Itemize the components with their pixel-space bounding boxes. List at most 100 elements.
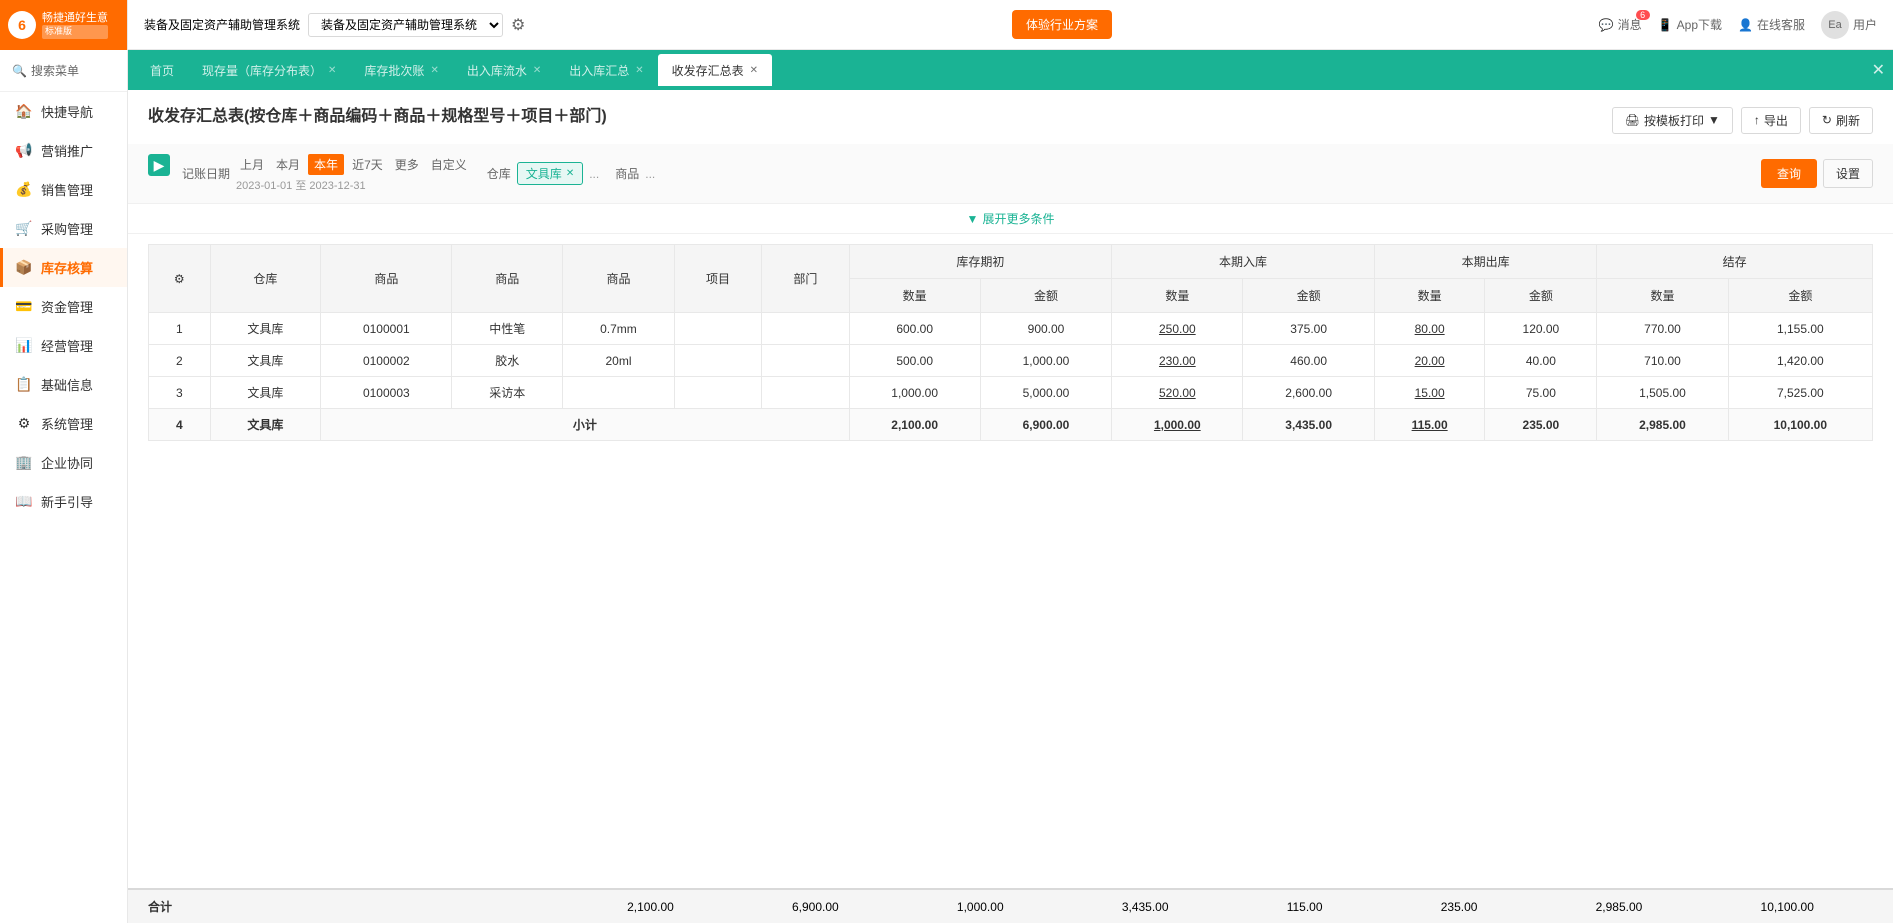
date-filter: 上月 本月 本年 近7天 更多 自定义 2023-01-01 至 2023-12… <box>236 154 471 193</box>
col-opening-qty: 数量 <box>849 279 980 313</box>
tabs-bar: 首页 现存量（库存分布表） ✕ 库存批次账 ✕ 出入库流水 ✕ 出入库汇总 ✕ … <box>128 50 1893 90</box>
col-group-opening: 库存期初 <box>849 245 1112 279</box>
message-action[interactable]: 💬 消息 6 <box>1599 16 1642 33</box>
query-button[interactable]: 查询 <box>1761 159 1817 188</box>
sidebar-item-basic-info[interactable]: 📋 基础信息 <box>0 365 127 404</box>
sidebar-logo: 6 畅捷通好生意 标准版 <box>0 0 127 50</box>
row-project <box>674 377 761 409</box>
warehouse-tag-close[interactable]: ✕ <box>566 168 574 179</box>
tab-close-icon[interactable]: ✕ <box>430 65 438 76</box>
more-date-button[interactable]: 更多 <box>391 154 423 175</box>
operations-icon: 📊 <box>15 337 33 354</box>
total-opening-qty: 2,100.00 <box>627 900 674 914</box>
tab-inout-summary[interactable]: 出入库汇总 ✕ <box>555 54 657 86</box>
total-balance-qty: 2,985.00 <box>1596 900 1643 914</box>
cur-year-button[interactable]: 本年 <box>308 154 344 175</box>
expand-conditions-button[interactable]: ▼ 展开更多条件 <box>967 210 1055 227</box>
refresh-button[interactable]: ↻ 刷新 <box>1809 107 1873 134</box>
topbar-left: 装备及固定资产辅助管理系统 装备及固定资产辅助管理系统 ⚙ <box>144 13 525 37</box>
sidebar-item-quick-nav[interactable]: 🏠 快捷导航 <box>0 92 127 131</box>
subtotal-out-qty[interactable]: 115.00 <box>1374 409 1485 441</box>
topbar-settings-button[interactable]: ⚙ <box>511 15 525 35</box>
system-title: 装备及固定资产辅助管理系统 <box>144 16 300 33</box>
tab-close-icon[interactable]: ✕ <box>635 65 643 76</box>
row-in-qty[interactable]: 230.00 <box>1112 345 1243 377</box>
total-in-qty: 1,000.00 <box>957 900 1004 914</box>
sidebar-item-sales[interactable]: 💰 销售管理 <box>0 170 127 209</box>
row-department <box>762 377 849 409</box>
row-out-qty[interactable]: 80.00 <box>1374 313 1485 345</box>
goods-ellipsis[interactable]: ... <box>645 167 655 181</box>
total-values: 2,100.00 6,900.00 1,000.00 3,435.00 115.… <box>568 900 1873 914</box>
user-action[interactable]: Ea 用户 <box>1821 11 1877 39</box>
row-in-amt: 460.00 <box>1243 345 1374 377</box>
week-button[interactable]: 近7天 <box>348 154 387 175</box>
chevron-down-icon: ▼ <box>1708 113 1720 127</box>
settings-text-button[interactable]: 设置 <box>1823 159 1873 188</box>
filter-toggle-button[interactable]: ▶ <box>148 154 170 176</box>
sidebar-item-inventory[interactable]: 📦 库存核算 <box>0 248 127 287</box>
print-button[interactable]: 🖨 按模板打印 ▼ <box>1612 107 1733 134</box>
subtotal-in-qty[interactable]: 1,000.00 <box>1112 409 1243 441</box>
row-in-qty[interactable]: 250.00 <box>1112 313 1243 345</box>
tab-close-icon[interactable]: ✕ <box>750 65 758 76</box>
row-in-qty[interactable]: 520.00 <box>1112 377 1243 409</box>
experience-button[interactable]: 体验行业方案 <box>1012 10 1112 39</box>
tab-close-icon[interactable]: ✕ <box>328 65 336 76</box>
subtotal-balance-amt: 10,100.00 <box>1728 409 1872 441</box>
online-service-action[interactable]: 👤 在线客服 <box>1738 16 1805 33</box>
table-footer: 合计 2,100.00 6,900.00 1,000.00 3,435.00 1… <box>128 888 1893 923</box>
prev-month-button[interactable]: 上月 <box>236 154 268 175</box>
tab-home[interactable]: 首页 <box>136 54 188 86</box>
row-no: 2 <box>149 345 211 377</box>
row-out-qty[interactable]: 15.00 <box>1374 377 1485 409</box>
sidebar-nav: 🏠 快捷导航 📢 营销推广 💰 销售管理 🛒 采购管理 📦 库存核算 💳 资金管… <box>0 92 127 923</box>
col-in-amt: 金额 <box>1243 279 1374 313</box>
sidebar-item-marketing[interactable]: 📢 营销推广 <box>0 131 127 170</box>
search-menu-button[interactable]: 🔍 搜索菜单 <box>8 58 119 83</box>
tab-recv-send-summary[interactable]: 收发存汇总表 ✕ <box>658 54 772 86</box>
close-all-tabs-button[interactable]: ✕ <box>1872 60 1885 80</box>
cur-month-button[interactable]: 本月 <box>272 154 304 175</box>
col-in-qty: 数量 <box>1112 279 1243 313</box>
sidebar: 6 畅捷通好生意 标准版 🔍 搜索菜单 🏠 快捷导航 📢 营销推广 💰 销售管理… <box>0 0 128 923</box>
sidebar-item-purchase[interactable]: 🛒 采购管理 <box>0 209 127 248</box>
goods-label: 商品 <box>615 165 639 182</box>
total-balance-amt: 10,100.00 <box>1761 900 1814 914</box>
col-warehouse: 仓库 <box>210 245 321 313</box>
col-group-balance: 结存 <box>1597 245 1873 279</box>
total-out-amt: 235.00 <box>1441 900 1478 914</box>
custom-date-button[interactable]: 自定义 <box>427 154 471 175</box>
topbar-right: 💬 消息 6 📱 App下载 👤 在线客服 Ea 用户 <box>1599 11 1877 39</box>
row-warehouse: 文具库 <box>210 313 321 345</box>
system-dropdown[interactable]: 装备及固定资产辅助管理系统 <box>308 13 503 37</box>
sidebar-item-operations[interactable]: 📊 经营管理 <box>0 326 127 365</box>
date-range: 2023-01-01 至 2023-12-31 <box>236 177 471 193</box>
subtotal-opening-amt: 6,900.00 <box>980 409 1111 441</box>
tab-close-icon[interactable]: ✕ <box>533 65 541 76</box>
app-download-action[interactable]: 📱 App下载 <box>1658 16 1722 33</box>
col-project: 项目 <box>674 245 761 313</box>
sidebar-item-finance[interactable]: 💳 资金管理 <box>0 287 127 326</box>
total-in-amt: 3,435.00 <box>1122 900 1169 914</box>
tab-inventory-dist[interactable]: 现存量（库存分布表） ✕ <box>188 54 350 86</box>
tab-batch[interactable]: 库存批次账 ✕ <box>350 54 452 86</box>
total-out-qty: 115.00 <box>1287 900 1323 914</box>
row-goods-spec <box>563 377 675 409</box>
warehouse-tag[interactable]: 文具库 ✕ <box>517 162 583 185</box>
row-out-qty[interactable]: 20.00 <box>1374 345 1485 377</box>
print-icon: 🖨 <box>1625 113 1640 127</box>
sidebar-item-guide[interactable]: 📖 新手引导 <box>0 482 127 521</box>
col-out-amt: 金额 <box>1485 279 1597 313</box>
export-button[interactable]: ↑ 导出 <box>1741 107 1801 134</box>
basic-info-icon: 📋 <box>15 376 33 393</box>
warehouse-ellipsis[interactable]: ... <box>589 167 599 181</box>
sidebar-item-enterprise[interactable]: 🏢 企业协同 <box>0 443 127 482</box>
tab-inout-flow[interactable]: 出入库流水 ✕ <box>453 54 555 86</box>
col-settings[interactable]: ⚙ <box>149 245 211 313</box>
row-balance-qty: 710.00 <box>1597 345 1728 377</box>
filter-section: ▶ 记账日期 上月 本月 本年 近7天 更多 自定义 2023- <box>128 144 1893 204</box>
sidebar-item-system[interactable]: ⚙ 系统管理 <box>0 404 127 443</box>
col-group-period-out: 本期出库 <box>1374 245 1597 279</box>
row-out-amt: 40.00 <box>1485 345 1597 377</box>
